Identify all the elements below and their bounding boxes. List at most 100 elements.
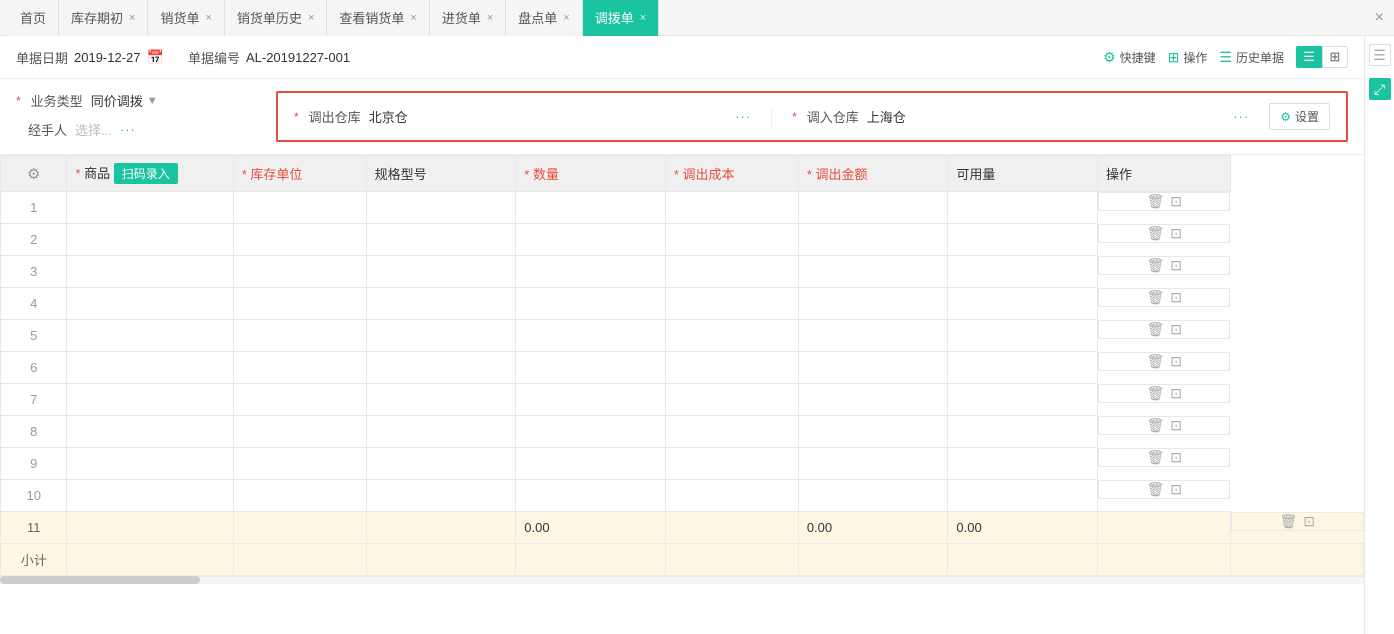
delete-icon[interactable]: 🗑 [1146, 449, 1164, 466]
out-warehouse-value[interactable]: 北京仓 [369, 107, 408, 126]
delete-icon[interactable]: 🗑 [1146, 353, 1164, 370]
tab-transfer[interactable]: 调拨单 × [583, 0, 659, 36]
delete-icon[interactable]: 🗑 [1146, 481, 1164, 498]
warehouse-section: * 调出仓库 北京仓 ··· * 调入仓库 上海仓 ··· ⚙ 设置 [276, 91, 1348, 142]
gear-icon-header[interactable]: ⚙ [9, 165, 58, 183]
table-row: 6🗑⊡ [1, 352, 1364, 384]
copy-icon[interactable]: ⊡ [1170, 257, 1182, 274]
view-toggle: ☰ ⊞ [1296, 46, 1348, 68]
copy-icon[interactable]: ⊡ [1170, 353, 1182, 370]
tab-purchase[interactable]: 进货单 × [430, 0, 506, 36]
settings-label: 设置 [1295, 108, 1319, 125]
tab-close-inventory-init[interactable]: × [129, 12, 135, 24]
out-warehouse-ellipsis[interactable]: ··· [735, 109, 751, 124]
tab-close-transfer[interactable]: × [640, 12, 646, 24]
sidebar-list-icon[interactable]: ☰ [1369, 44, 1391, 66]
scan-button[interactable]: 扫码录入 [114, 163, 178, 184]
tab-close-purchase[interactable]: × [487, 12, 493, 24]
table-wrapper: ⚙ 商品 扫码录入 * 库存单位 规格型号 * 数量 [0, 155, 1364, 634]
delete-icon[interactable]: 🗑 [1146, 257, 1164, 274]
header-right: ⚙ 快捷键 ⊞ 操作 ☰ 历史单据 ☰ ⊞ [1103, 46, 1348, 68]
table-row: 4🗑⊡ [1, 288, 1364, 320]
sidebar-expand-icon[interactable]: ⤢ [1369, 78, 1391, 100]
copy-icon[interactable]: ⊡ [1170, 449, 1182, 466]
tab-close-sales-history[interactable]: × [308, 12, 314, 24]
view-list-btn[interactable]: ☰ [1296, 46, 1322, 68]
in-warehouse-required: * [792, 110, 797, 124]
out-warehouse-required: * [294, 110, 299, 124]
doc-label: 单据编号 [188, 48, 240, 67]
copy-icon[interactable]: ⊡ [1170, 417, 1182, 434]
settings-icon: ⚙ [1280, 110, 1291, 124]
person-select[interactable]: 选择... [75, 120, 112, 139]
tab-home[interactable]: 首页 [8, 0, 59, 36]
tab-view-sales[interactable]: 查看销货单 × [327, 0, 429, 36]
copy-icon[interactable]: ⊡ [1170, 193, 1182, 210]
scrollbar[interactable] [0, 576, 1364, 584]
subtotal-qty: 0.00 [516, 512, 666, 544]
table-row: 10🗑⊡ [1, 480, 1364, 512]
copy-icon[interactable]: ⊡ [1170, 225, 1182, 242]
person-label: 经手人 [28, 120, 67, 139]
copy-icon-sub[interactable]: ⊡ [1303, 513, 1315, 530]
tab-sales-order[interactable]: 销货单 × [148, 0, 224, 36]
left-form-section: * 业务类型 同价调拨 ▼ 经手人 选择... ··· [16, 91, 256, 139]
person-ellipsis[interactable]: ··· [120, 122, 136, 137]
col-qty: * 数量 [516, 156, 666, 192]
delete-icon[interactable]: 🗑 [1146, 289, 1164, 306]
in-warehouse-field: * 调入仓库 上海仓 ··· [792, 107, 1249, 126]
table-row: 7🗑⊡ [1, 384, 1364, 416]
tab-bar-close-icon[interactable]: × [1375, 9, 1384, 27]
operation-icon: ⊞ [1168, 49, 1180, 66]
scrollbar-thumb[interactable] [0, 576, 200, 584]
table-row: 9🗑⊡ [1, 448, 1364, 480]
operation-action[interactable]: ⊞ 操作 [1168, 49, 1208, 66]
delete-icon[interactable]: 🗑 [1146, 225, 1164, 242]
delete-icon[interactable]: 🗑 [1146, 193, 1164, 210]
table-row: 5🗑⊡ [1, 320, 1364, 352]
copy-icon[interactable]: ⊡ [1170, 481, 1182, 498]
warehouse-divider [771, 107, 772, 127]
table-row: 2🗑⊡ [1, 224, 1364, 256]
history-icon: ☰ [1219, 49, 1232, 66]
copy-icon[interactable]: ⊡ [1170, 385, 1182, 402]
biz-type-label: 业务类型 [31, 91, 83, 110]
col-available: 可用量 [948, 156, 1098, 192]
right-sidebar: ☰ ⤢ [1364, 36, 1394, 634]
in-warehouse-ellipsis[interactable]: ··· [1233, 109, 1249, 124]
header-area: 单据日期 2019-12-27 📅 单据编号 AL-20191227-001 ⚙… [0, 36, 1364, 79]
settings-btn[interactable]: ⚙ 设置 [1269, 103, 1330, 130]
date-field: 单据日期 2019-12-27 📅 [16, 48, 164, 67]
delete-icon-sub[interactable]: 🗑 [1279, 513, 1297, 530]
delete-icon[interactable]: 🗑 [1146, 321, 1164, 338]
tab-sales-history[interactable]: 销货单历史 × [225, 0, 327, 36]
delete-icon[interactable]: 🗑 [1146, 417, 1164, 434]
in-warehouse-value[interactable]: 上海仓 [867, 107, 906, 126]
biz-type-arrow: ▼ [147, 95, 158, 107]
tab-close-view-sales[interactable]: × [410, 12, 416, 24]
shortcut-action[interactable]: ⚙ 快捷键 [1103, 49, 1156, 66]
col-unit: * 库存单位 [233, 156, 366, 192]
subtotal-label-row: 小计 [1, 544, 1364, 576]
subtotal-text: 小计 [1, 544, 67, 576]
shortcut-icon: ⚙ [1103, 49, 1116, 66]
tab-stocktake[interactable]: 盘点单 × [506, 0, 582, 36]
date-label: 单据日期 [16, 48, 68, 67]
calendar-icon[interactable]: 📅 [147, 49, 164, 66]
tab-inventory-init[interactable]: 库存期初 × [59, 0, 148, 36]
tab-bar: 首页 库存期初 × 销货单 × 销货单历史 × 查看销货单 × 进货单 × 盘点… [0, 0, 1394, 36]
tab-close-sales-order[interactable]: × [205, 12, 211, 24]
copy-icon[interactable]: ⊡ [1170, 289, 1182, 306]
in-warehouse-label: 调入仓库 [807, 107, 859, 126]
table-row: 3🗑⊡ [1, 256, 1364, 288]
view-grid-btn[interactable]: ⊞ [1322, 46, 1348, 68]
delete-icon[interactable]: 🗑 [1146, 385, 1164, 402]
biz-type-select[interactable]: 同价调拨 ▼ [91, 91, 211, 110]
history-action[interactable]: ☰ 历史单据 [1219, 49, 1284, 66]
copy-icon[interactable]: ⊡ [1170, 321, 1182, 338]
col-gear[interactable]: ⚙ [1, 156, 67, 192]
tab-close-stocktake[interactable]: × [563, 12, 569, 24]
out-warehouse-label: 调出仓库 [309, 107, 361, 126]
col-amount: * 调出金额 [798, 156, 948, 192]
col-spec: 规格型号 [366, 156, 516, 192]
